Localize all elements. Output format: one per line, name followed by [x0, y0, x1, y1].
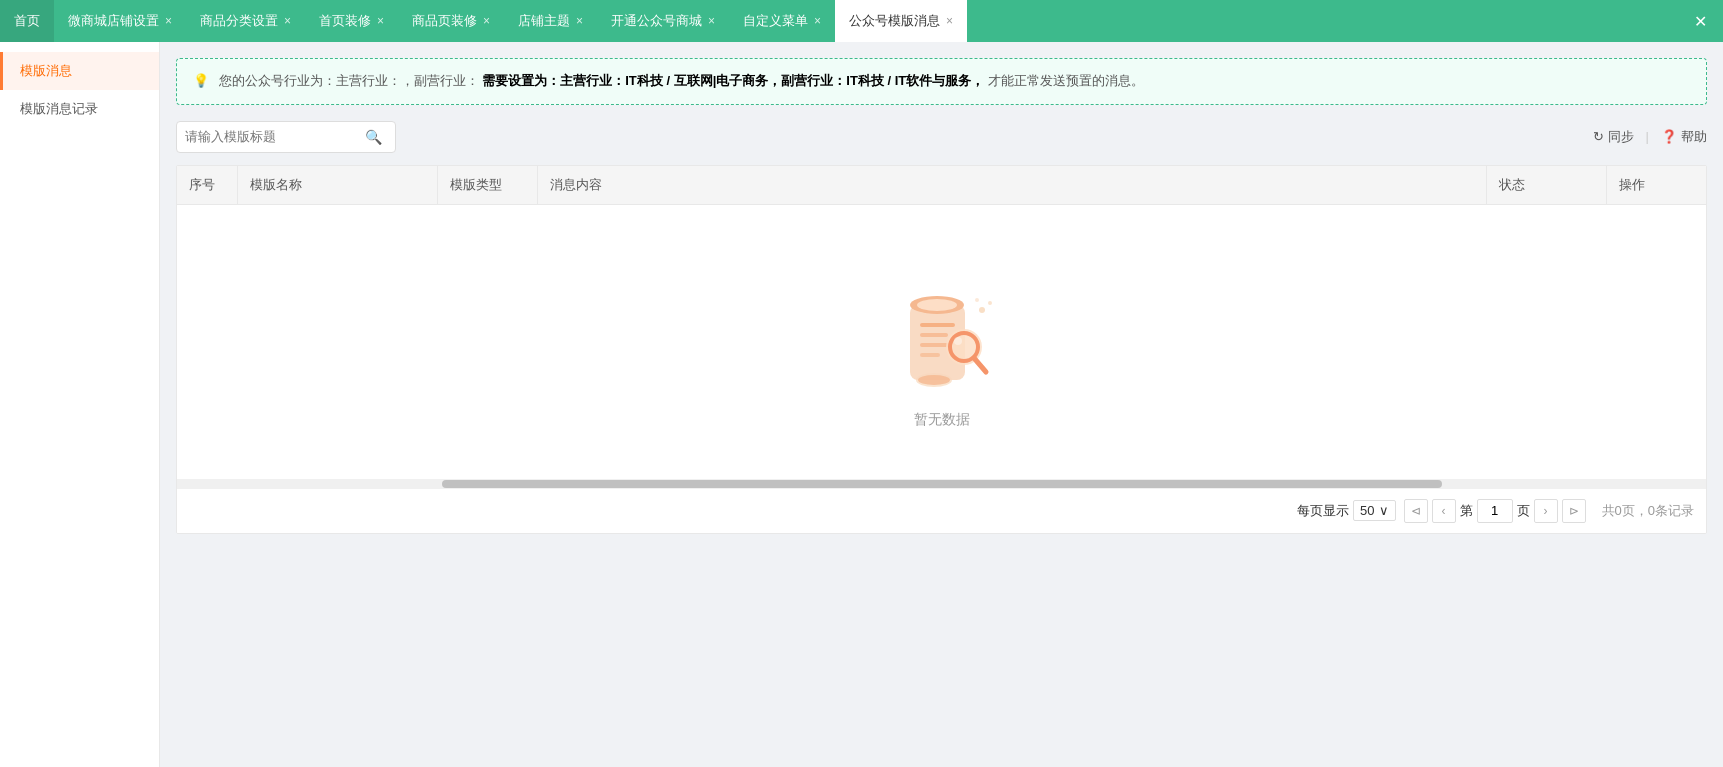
svg-rect-7 [920, 353, 940, 357]
nav-tab-custommenu-label: 自定义菜单 [743, 12, 808, 30]
nav-tab-custommenu-close[interactable]: × [814, 14, 821, 28]
nav-tab-category[interactable]: 商品分类设置 × [186, 0, 305, 42]
empty-state-cell: 暂无数据 [177, 204, 1706, 479]
page-suffix: 页 [1517, 502, 1530, 520]
toolbar-divider: | [1646, 129, 1649, 144]
pagination: 每页显示 50 ∨ ⊲ ‹ 第 页 [177, 488, 1706, 533]
notice-prefix: 您的公众号行业为：主营行业：，副营行业： [219, 73, 479, 88]
col-seq: 序号 [177, 166, 237, 205]
nav-tab-productpage-close[interactable]: × [483, 14, 490, 28]
help-icon: ❓ [1661, 129, 1677, 144]
empty-text: 暂无数据 [914, 411, 970, 429]
nav-tab-homepage-label: 首页装修 [319, 12, 371, 30]
nav-tab-weishop-close[interactable]: × [165, 14, 172, 28]
nav-tab-homepage[interactable]: 首页装修 × [305, 0, 398, 42]
col-content: 消息内容 [537, 166, 1486, 205]
top-navigation: 首页 微商城店铺设置 × 商品分类设置 × 首页装修 × 商品页装修 × 店铺主… [0, 0, 1723, 42]
page-size-label: 每页显示 [1297, 502, 1349, 520]
nav-tab-theme-close[interactable]: × [576, 14, 583, 28]
nav-tab-wechatshop-close[interactable]: × [708, 14, 715, 28]
nav-tab-productpage-label: 商品页装修 [412, 12, 477, 30]
nav-tab-templatemsg[interactable]: 公众号模版消息 × [835, 0, 967, 42]
sidebar-item-template-msg-log-label: 模版消息记录 [20, 101, 98, 116]
close-all-icon: ✕ [1694, 12, 1707, 31]
nav-tab-wechatshop-label: 开通公众号商城 [611, 12, 702, 30]
page-input-wrap: 第 页 [1460, 499, 1530, 523]
content-area: 💡 您的公众号行业为：主营行业：，副营行业： 需要设置为：主营行业：IT科技 /… [160, 42, 1723, 767]
page-label: 第 [1460, 502, 1473, 520]
svg-point-11 [954, 337, 962, 345]
notice-highlight: 需要设置为：主营行业：IT科技 / 互联网|电子商务，副营行业：IT科技 / I… [482, 73, 984, 88]
sidebar-item-template-msg-label: 模版消息 [20, 63, 72, 78]
nav-tab-theme-label: 店铺主题 [518, 12, 570, 30]
help-button[interactable]: ❓ 帮助 [1661, 128, 1707, 146]
sidebar-item-template-msg-log[interactable]: 模版消息记录 [0, 90, 159, 128]
svg-point-15 [975, 298, 979, 302]
page-size-dropdown[interactable]: 50 ∨ [1353, 500, 1395, 521]
next-page-icon: › [1544, 504, 1548, 518]
total-info: 共0页，0条记录 [1602, 502, 1694, 520]
nav-tab-theme[interactable]: 店铺主题 × [504, 0, 597, 42]
chevron-down-icon: ∨ [1379, 503, 1389, 518]
svg-point-14 [988, 301, 992, 305]
nav-tab-templatemsg-close[interactable]: × [946, 14, 953, 28]
sync-icon: ↻ [1593, 129, 1604, 144]
scrollbar-thumb[interactable] [442, 480, 1442, 488]
data-table: 序号 模版名称 模版类型 消息内容 状态 操作 [177, 166, 1706, 480]
nav-tab-weishop[interactable]: 微商城店铺设置 × [54, 0, 186, 42]
main-layout: 模版消息 模版消息记录 💡 您的公众号行业为：主营行业：，副营行业： 需要设置为… [0, 42, 1723, 767]
prev-page-icon: ‹ [1442, 504, 1446, 518]
col-status: 状态 [1486, 166, 1606, 205]
nav-tab-category-label: 商品分类设置 [200, 12, 278, 30]
nav-tab-weishop-label: 微商城店铺设置 [68, 12, 159, 30]
sync-label: 同步 [1608, 128, 1634, 146]
notice-suffix: 才能正常发送预置的消息。 [988, 73, 1144, 88]
nav-tab-homepage-close[interactable]: × [377, 14, 384, 28]
nav-tab-category-close[interactable]: × [284, 14, 291, 28]
nav-tab-custommenu[interactable]: 自定义菜单 × [729, 0, 835, 42]
page-number-input[interactable] [1477, 499, 1513, 523]
table-container: 序号 模版名称 模版类型 消息内容 状态 操作 [176, 165, 1707, 534]
page-size-select: 每页显示 50 ∨ [1297, 500, 1395, 521]
horizontal-scrollbar[interactable] [177, 480, 1706, 488]
sidebar-item-template-msg[interactable]: 模版消息 [0, 52, 159, 90]
last-page-icon: ⊳ [1569, 504, 1579, 518]
search-input[interactable] [185, 129, 365, 144]
col-type: 模版类型 [437, 166, 537, 205]
nav-tab-wechatshop[interactable]: 开通公众号商城 × [597, 0, 729, 42]
svg-line-10 [974, 358, 986, 372]
prev-page-button[interactable]: ‹ [1432, 499, 1456, 523]
first-page-icon: ⊲ [1411, 504, 1421, 518]
table-header: 序号 模版名称 模版类型 消息内容 状态 操作 [177, 166, 1706, 205]
nav-tab-productpage[interactable]: 商品页装修 × [398, 0, 504, 42]
page-size-value: 50 [1360, 503, 1374, 518]
search-bar: 🔍 ↻ 同步 | ❓ 帮助 [176, 121, 1707, 153]
next-page-button[interactable]: › [1534, 499, 1558, 523]
close-all-button[interactable]: ✕ [1678, 0, 1723, 42]
nav-tab-home[interactable]: 首页 [0, 0, 54, 42]
table-body: 暂无数据 [177, 204, 1706, 479]
svg-point-3 [917, 299, 957, 311]
empty-state-icon [882, 275, 1002, 395]
empty-state: 暂无数据 [189, 215, 1694, 469]
nav-tab-home-label: 首页 [14, 12, 40, 30]
sync-button[interactable]: ↻ 同步 [1593, 128, 1634, 146]
svg-rect-4 [920, 323, 955, 327]
nav-tab-templatemsg-label: 公众号模版消息 [849, 12, 940, 30]
svg-rect-5 [920, 333, 948, 337]
notice-icon: 💡 [193, 73, 209, 88]
col-name: 模版名称 [237, 166, 437, 205]
search-icon[interactable]: 🔍 [365, 129, 382, 145]
help-label: 帮助 [1681, 128, 1707, 146]
last-page-button[interactable]: ⊳ [1562, 499, 1586, 523]
search-input-wrapper[interactable]: 🔍 [176, 121, 396, 153]
col-action: 操作 [1606, 166, 1706, 205]
svg-point-13 [979, 307, 985, 313]
toolbar-right: ↻ 同步 | ❓ 帮助 [1593, 128, 1707, 146]
svg-point-12 [918, 375, 950, 385]
page-navigation: ⊲ ‹ 第 页 › ⊳ [1404, 499, 1586, 523]
first-page-button[interactable]: ⊲ [1404, 499, 1428, 523]
notice-box: 💡 您的公众号行业为：主营行业：，副营行业： 需要设置为：主营行业：IT科技 /… [176, 58, 1707, 105]
sidebar: 模版消息 模版消息记录 [0, 42, 160, 767]
